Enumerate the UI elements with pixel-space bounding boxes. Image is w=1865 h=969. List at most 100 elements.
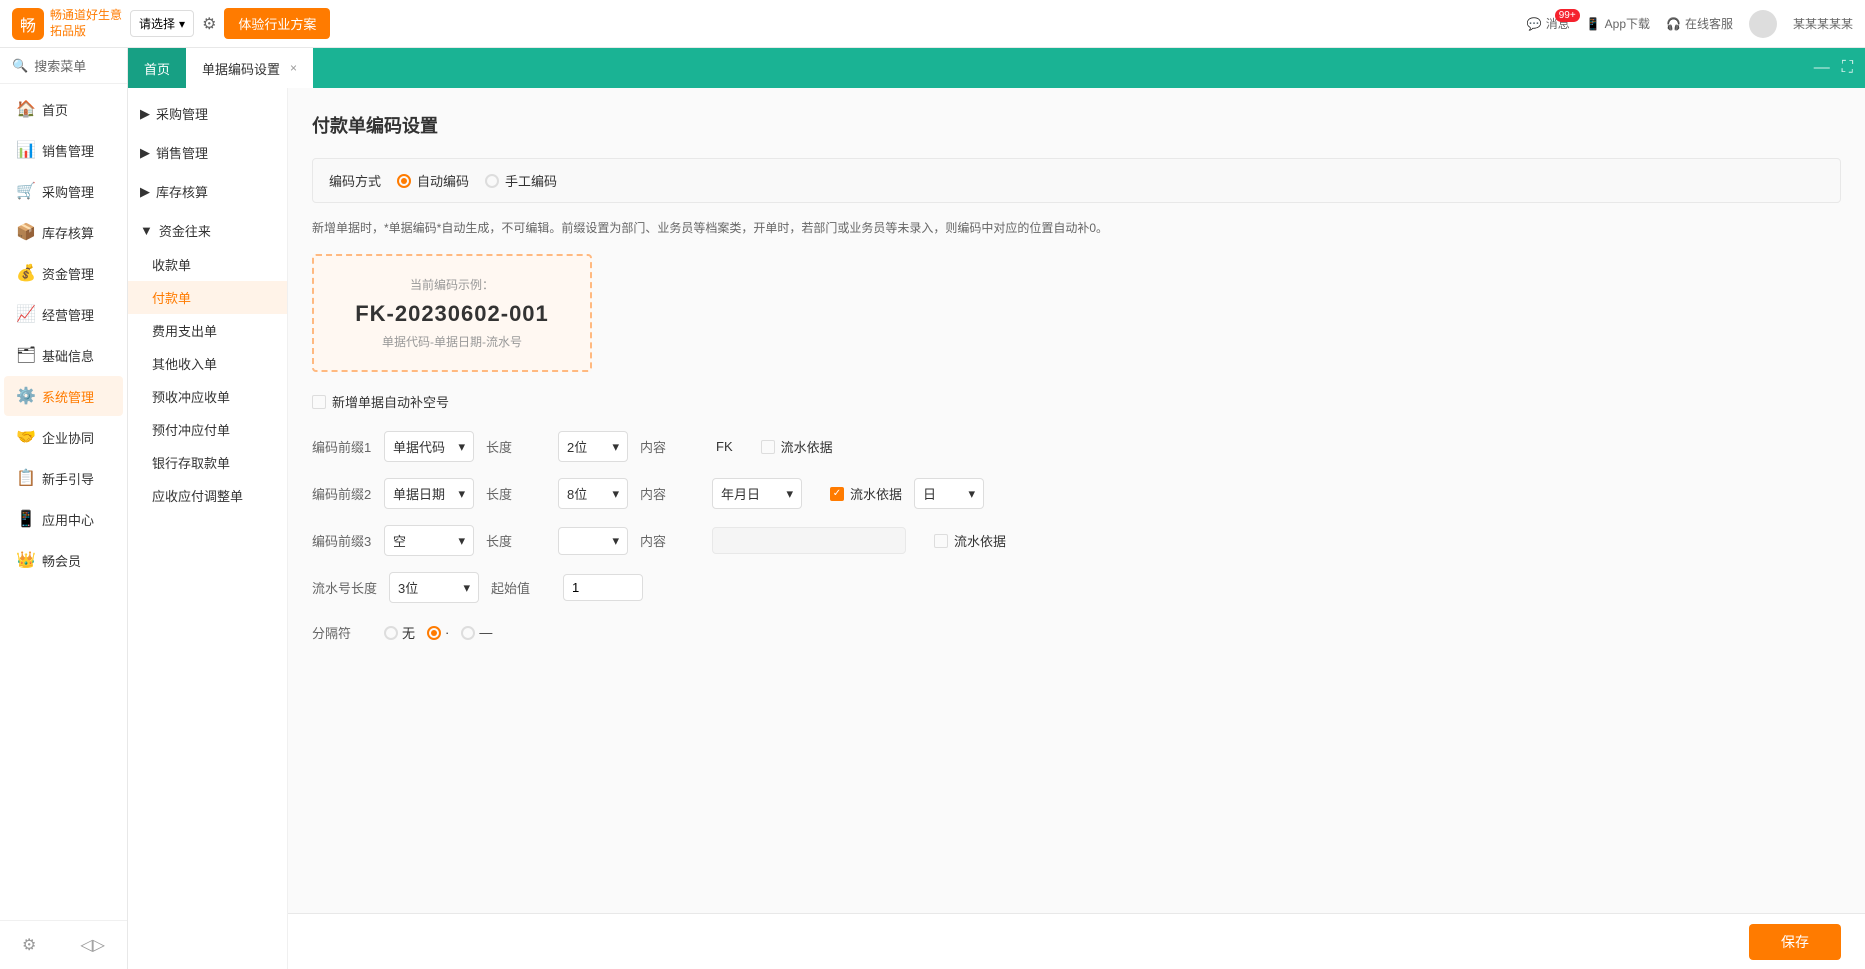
encoding-radio-group: 自动编码 手工编码 (397, 171, 557, 190)
sidebar-item-finance[interactable]: 💰 资金管理 (4, 253, 123, 293)
purchase-icon: 🛒 (16, 181, 34, 201)
top-bar: 畅 畅通道好生意 拓品版 请选择 ▾ ⚙ 体验行业方案 💬 消息 99+ 📱 A… (0, 0, 1865, 48)
tab-close-icon[interactable]: × (290, 61, 297, 75)
serial-length-label: 流水号长度 (312, 578, 377, 597)
prefix2-period-chevron-icon: ▾ (968, 486, 975, 502)
sub-child-prepay-pay[interactable]: 预付冲应付单 (128, 413, 287, 446)
search-icon: 🔍 (12, 58, 28, 74)
user-name: 某某某某某 (1793, 15, 1853, 32)
prefix1-length-select[interactable]: 2位 ▾ (558, 431, 628, 462)
user-avatar[interactable] (1749, 10, 1777, 38)
sidebar-item-system[interactable]: ⚙️ 系统管理 (4, 376, 123, 416)
separator-dot-radio[interactable]: · (427, 625, 449, 640)
company-dropdown[interactable]: 请选择 ▾ (130, 10, 194, 37)
tab-bar: 首页 单据编码设置 × — ⛶ (128, 48, 1865, 88)
sub-child-prepay-recv[interactable]: 预收冲应收单 (128, 380, 287, 413)
prefix1-length-label: 长度 (486, 437, 546, 456)
arrow-right-inventory-icon: ▶ (140, 184, 150, 200)
prefix3-row: 编码前缀3 空 ▾ 长度 ▾ 内容 (312, 525, 1841, 556)
content-area: 首页 单据编码设置 × — ⛶ ▶ 采购管理 (128, 48, 1865, 969)
serial-length-select[interactable]: 3位 ▾ (389, 572, 479, 603)
operations-icon: 📈 (16, 304, 34, 324)
tab-maximize-button[interactable]: ⛶ (1838, 55, 1857, 81)
vip-icon: 👑 (16, 550, 34, 570)
tab-minimize-button[interactable]: — (1810, 55, 1834, 81)
collapse-icon[interactable]: ◁▷ (74, 929, 111, 961)
app-download-button[interactable]: 📱 App下载 (1586, 15, 1650, 32)
settings-bottom-icon[interactable]: ⚙ (16, 929, 42, 961)
serial-length-chevron-icon: ▾ (463, 580, 470, 596)
sidebar-item-enterprise[interactable]: 🤝 企业协同 (4, 417, 123, 457)
prefix3-length-label: 长度 (486, 531, 546, 550)
page-title: 付款单编码设置 (312, 112, 1841, 138)
prefix3-length-select[interactable]: ▾ (558, 527, 628, 555)
sidebar-item-home[interactable]: 🏠 首页 (4, 89, 123, 129)
prefix1-select[interactable]: 单据代码 ▾ (384, 431, 474, 462)
search-menu[interactable]: 🔍 搜索菜单 (0, 48, 127, 84)
auto-fill-checkbox[interactable]: 新增单据自动补空号 (312, 392, 449, 411)
dropdown-text: 请选择 (139, 15, 175, 32)
message-icon: 💬 (1527, 17, 1542, 31)
message-button[interactable]: 💬 消息 99+ (1527, 15, 1570, 32)
serial-row: 流水号长度 3位 ▾ 起始值 (312, 572, 1841, 603)
sub-header-purchase[interactable]: ▶ 采购管理 (128, 96, 287, 131)
start-value-label: 起始值 (491, 578, 551, 597)
sidebar-item-inventory[interactable]: 📦 库存核算 (4, 212, 123, 252)
sidebar-item-operations[interactable]: 📈 经营管理 (4, 294, 123, 334)
prefix2-serial-checkbox[interactable]: ✓ 流水依据 (830, 484, 902, 503)
experience-button[interactable]: 体验行业方案 (224, 8, 330, 39)
prefix2-period-select[interactable]: 日 ▾ (914, 478, 984, 509)
settings-gear-icon[interactable]: ⚙ (202, 14, 216, 34)
separator-dash-radio[interactable]: — (461, 625, 492, 640)
tab-home[interactable]: 首页 (128, 48, 186, 88)
separator-none-radio[interactable]: 无 (384, 623, 415, 642)
prefix1-chevron-icon: ▾ (458, 439, 465, 455)
code-preview-sub: 单据代码-单据日期-流水号 (334, 333, 570, 350)
tab-encoding-settings[interactable]: 单据编码设置 × (186, 48, 313, 88)
auto-fill-row: 新增单据自动补空号 (312, 392, 1841, 411)
manual-encoding-radio[interactable]: 手工编码 (485, 171, 557, 190)
sidebar-item-vip[interactable]: 👑 畅会员 (4, 540, 123, 580)
auto-encoding-radio[interactable]: 自动编码 (397, 171, 469, 190)
save-button[interactable]: 保存 (1749, 924, 1841, 960)
code-preview-label: 当前编码示例： (334, 276, 570, 293)
top-bar-controls: 请选择 ▾ ⚙ 体验行业方案 (130, 8, 330, 39)
sub-child-expense[interactable]: 费用支出单 (128, 314, 287, 347)
arrow-right-sales-icon: ▶ (140, 145, 150, 161)
top-bar-left: 畅 畅通道好生意 拓品版 请选择 ▾ ⚙ 体验行业方案 (12, 8, 330, 40)
prefix3-select[interactable]: 空 ▾ (384, 525, 474, 556)
online-service-button[interactable]: 🎧 在线客服 (1666, 15, 1733, 32)
auto-encoding-radio-circle (397, 174, 411, 188)
sub-child-ap-adjust[interactable]: 应收应付调整单 (128, 479, 287, 512)
sub-header-inventory[interactable]: ▶ 库存核算 (128, 174, 287, 209)
prefix1-serial-checkbox[interactable]: 流水依据 (761, 437, 833, 456)
sub-header-funds[interactable]: ▼ 资金往来 (128, 213, 287, 248)
separator-dot-radio-dot (431, 630, 437, 636)
sub-child-payment[interactable]: 付款单 (128, 281, 287, 314)
sub-child-other-income[interactable]: 其他收入单 (128, 347, 287, 380)
sub-child-bank-deposit[interactable]: 银行存取款单 (128, 446, 287, 479)
message-badge: 99+ (1555, 9, 1580, 22)
start-value-input[interactable] (563, 574, 643, 601)
prefix2-length-select[interactable]: 8位 ▾ (558, 478, 628, 509)
code-preview-value: FK-20230602-001 (334, 301, 570, 327)
prefix1-content-label: 内容 (640, 437, 700, 456)
manual-encoding-radio-circle (485, 174, 499, 188)
sidebar-item-appcenter[interactable]: 📱 应用中心 (4, 499, 123, 539)
sub-header-sales[interactable]: ▶ 销售管理 (128, 135, 287, 170)
sub-child-receipt[interactable]: 收款单 (128, 248, 287, 281)
main-layout: 🔍 搜索菜单 🏠 首页 📊 销售管理 🛒 采购管理 📦 库存核算 💰 (0, 48, 1865, 969)
logo-icon: 畅 (12, 8, 44, 40)
prefix2-length-label: 长度 (486, 484, 546, 503)
prefix3-serial-checkbox[interactable]: 流水依据 (934, 531, 1006, 550)
sidebar-item-sales[interactable]: 📊 销售管理 (4, 130, 123, 170)
prefix2-select[interactable]: 单据日期 ▾ (384, 478, 474, 509)
finance-icon: 💰 (16, 263, 34, 283)
prefix2-content-select[interactable]: 年月日 ▾ (712, 478, 802, 509)
sidebar-item-guide[interactable]: 📋 新手引导 (4, 458, 123, 498)
sidebar-item-basic[interactable]: 🗂 基础信息 (4, 335, 123, 375)
enterprise-icon: 🤝 (16, 427, 34, 447)
sidebar-bottom: ⚙ ◁▷ (0, 920, 127, 969)
info-text: 新增单据时，*单据编码*自动生成，不可编辑。前缀设置为部门、业务员等档案类，开单… (312, 219, 1841, 238)
sidebar-item-purchase[interactable]: 🛒 采购管理 (4, 171, 123, 211)
